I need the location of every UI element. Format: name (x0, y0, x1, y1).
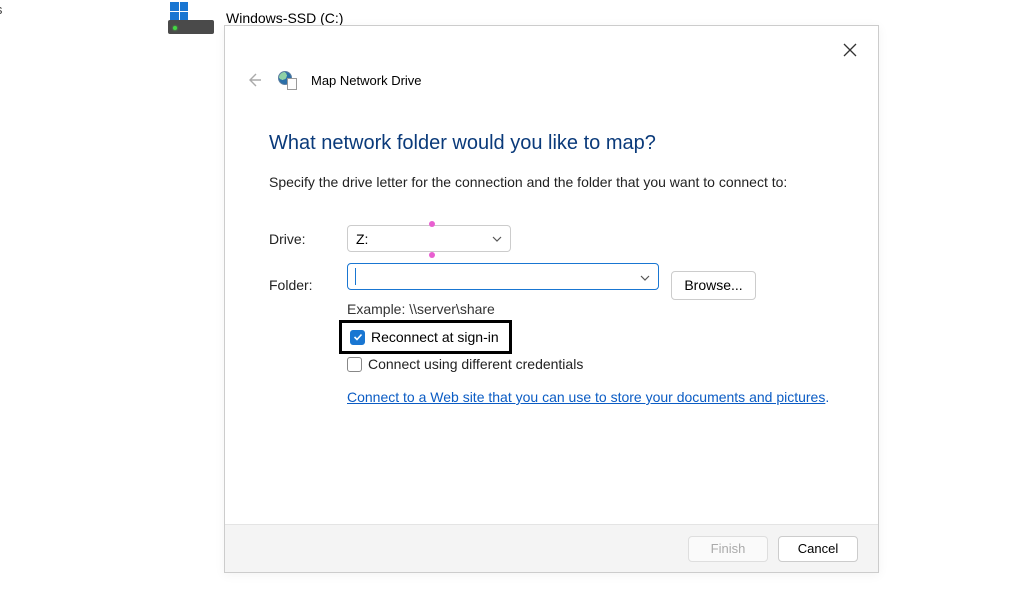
finish-button[interactable]: Finish (688, 536, 768, 562)
close-icon (843, 43, 857, 57)
checkmark-icon (353, 332, 363, 342)
reconnect-label: Reconnect at sign-in (371, 329, 499, 345)
dialog-footer: Finish Cancel (225, 524, 878, 572)
dialog-heading: What network folder would you like to ma… (269, 132, 656, 155)
map-network-drive-dialog: Map Network Drive What network folder wo… (224, 25, 879, 573)
cancel-button[interactable]: Cancel (778, 536, 858, 562)
back-button[interactable] (245, 71, 263, 89)
annotation-dot (429, 252, 435, 258)
dialog-title: Map Network Drive (311, 73, 422, 88)
windows-logo-icon (170, 2, 188, 20)
reconnect-highlight-box: Reconnect at sign-in (339, 320, 512, 354)
different-credentials-checkbox[interactable] (347, 357, 362, 372)
background-drive-label: Windows-SSD (C:) (226, 10, 343, 26)
folder-label: Folder: (269, 277, 347, 293)
chevron-down-icon (640, 273, 650, 283)
reconnect-checkbox[interactable] (350, 330, 365, 345)
browse-button[interactable]: Browse... (671, 271, 756, 300)
background-drive-icon (168, 4, 214, 34)
connect-website-link[interactable]: Connect to a Web site that you can use t… (347, 389, 829, 405)
dialog-subtext: Specify the drive letter for the connect… (269, 174, 787, 190)
map-drive-icon (277, 70, 297, 90)
example-text: Example: \\server\share (347, 301, 495, 317)
annotation-dot (429, 221, 435, 227)
drive-select[interactable]: Z: (347, 225, 511, 252)
chevron-down-icon (492, 234, 502, 244)
close-button[interactable] (838, 38, 862, 62)
drive-label: Drive: (269, 231, 347, 247)
background-truncated-label: tos (0, 2, 2, 17)
different-credentials-label: Connect using different credentials (368, 356, 583, 372)
folder-input[interactable] (347, 263, 659, 290)
text-cursor-icon (355, 268, 356, 285)
drive-value: Z: (356, 231, 368, 247)
back-arrow-icon (246, 72, 262, 88)
